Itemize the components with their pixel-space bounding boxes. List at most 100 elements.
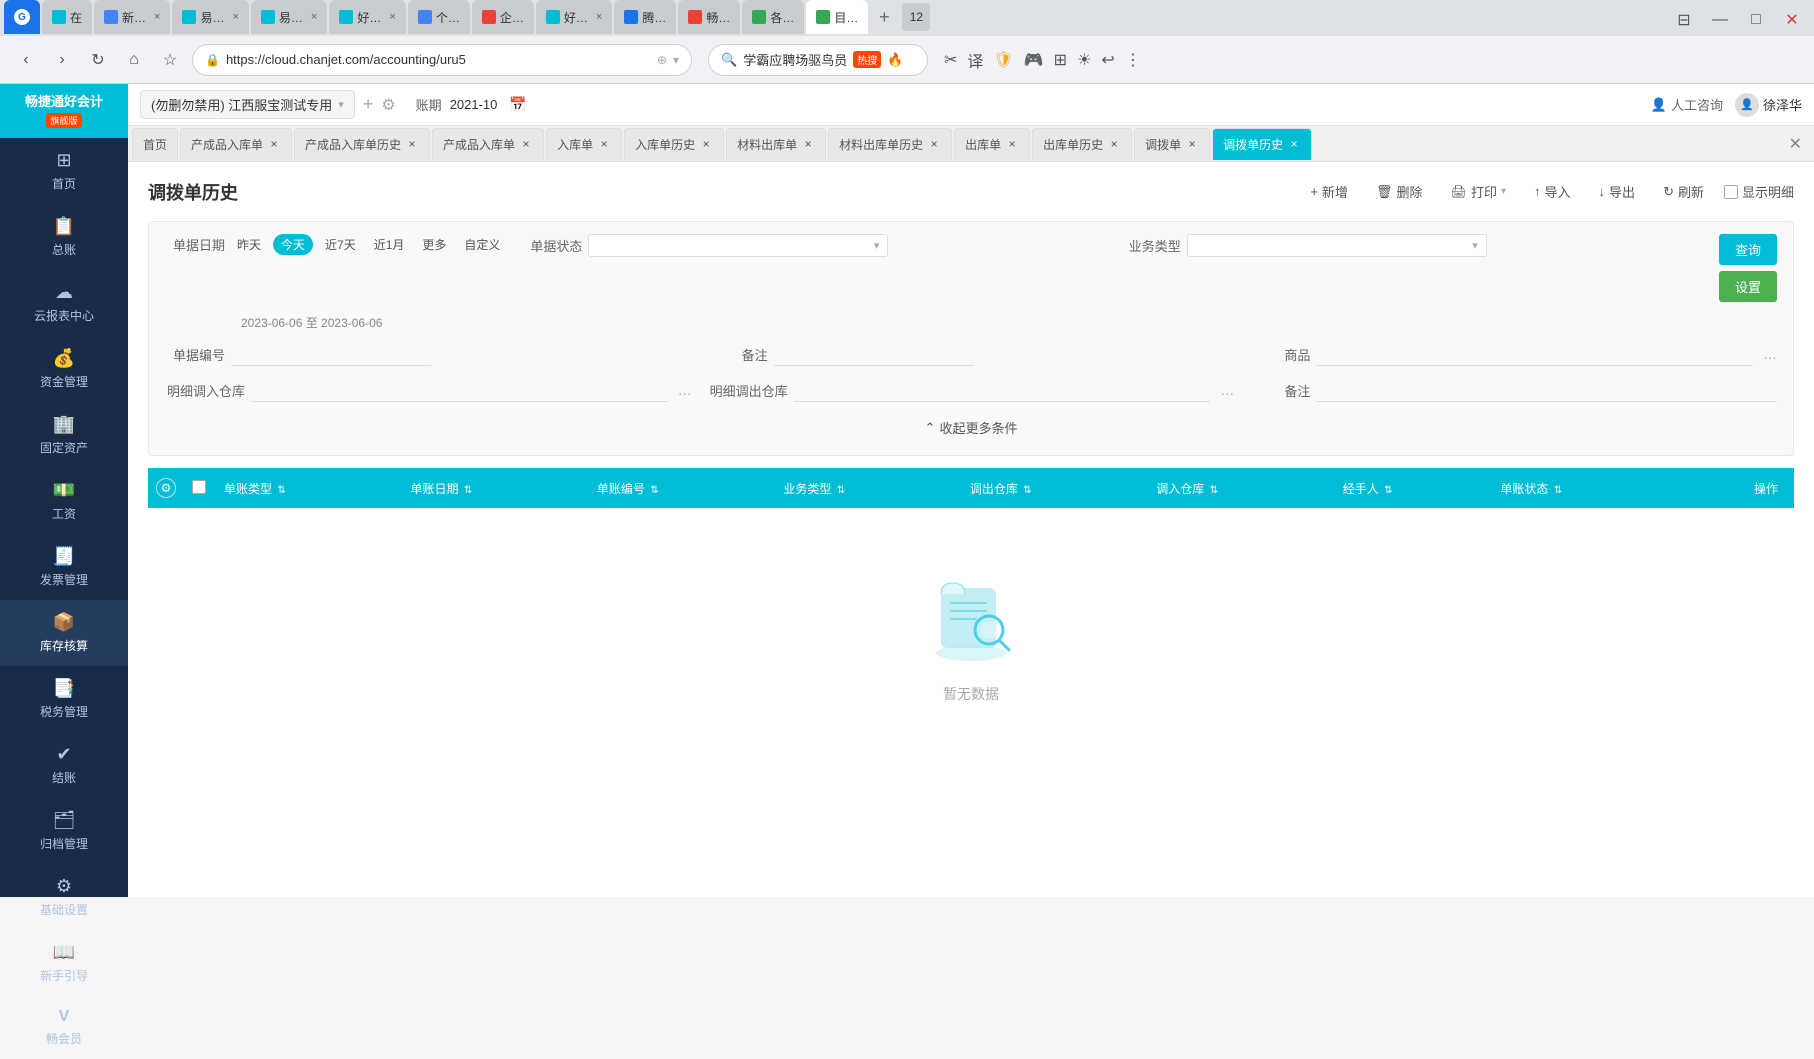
sidebar-item-guide[interactable]: 📖 新手引导 [0,930,128,996]
page-tab-2[interactable]: 产成品入库单 × [180,128,292,160]
th-transfer-in[interactable]: 调入仓库 ⇅ [1148,468,1334,508]
page-tab-11[interactable]: 调拨单 × [1134,128,1210,160]
new-tab-button[interactable]: + [870,3,898,31]
delete-button[interactable]: 🗑 删除 [1368,178,1431,205]
print-button[interactable]: 🖨 打印 ▾ [1442,178,1514,205]
date-btn-7days[interactable]: 近7天 [319,234,362,255]
th-business-type[interactable]: 业务类型 ⇅ [775,468,961,508]
page-tab-6[interactable]: 入库单历史 × [624,128,724,160]
th-checkbox[interactable] [184,468,216,508]
grid-icon[interactable]: ⊞ [1054,50,1067,70]
add-company-button[interactable]: + [363,94,374,115]
tab-minimize-button[interactable]: — [1706,6,1734,34]
th-settings[interactable]: ⚙ [148,468,184,508]
goods-input[interactable] [1316,342,1753,366]
brightness-icon[interactable]: ☀ [1077,50,1091,70]
bill-no-input[interactable] [231,342,431,366]
page-tab-10-close[interactable]: × [1107,137,1121,151]
import-button[interactable]: ↑ 导入 [1526,178,1579,205]
page-tab-4-close[interactable]: × [519,137,533,151]
browser-tab-8[interactable]: 腾… [614,0,676,34]
th-bill-date[interactable]: 单账日期 ⇅ [402,468,588,508]
date-btn-yesterday[interactable]: 昨天 [231,234,267,255]
translate-icon[interactable]: 译 [967,48,983,72]
th-business-type-sort[interactable]: ⇅ [837,485,845,496]
detail-in-more-icon[interactable]: … [678,382,692,398]
th-handler[interactable]: 经手人 ⇅ [1335,468,1493,508]
sidebar-item-payroll[interactable]: 💵 工资 [0,468,128,534]
page-tab-11-close[interactable]: × [1185,137,1199,151]
page-tab-3[interactable]: 产成品入库单历史 × [294,128,430,160]
remark2-input[interactable] [1316,378,1777,402]
scissors-icon[interactable]: ✂ [944,50,957,70]
page-tab-8[interactable]: 材料出库单历史 × [828,128,952,160]
sidebar-item-reports[interactable]: ☁ 云报表中心 [0,270,128,336]
date-btn-1month[interactable]: 近1月 [368,234,411,255]
browser-tab-9[interactable]: 畅… [678,0,740,34]
forward-button[interactable]: › [48,46,76,74]
browser-tab-3[interactable]: 易… × [251,0,327,34]
page-tab-7[interactable]: 材料出库单 × [726,128,826,160]
tab-close-button[interactable]: ✕ [1778,6,1806,34]
print-dropdown-icon[interactable]: ▾ [1501,186,1506,197]
browser-tab-5[interactable]: 个… [408,0,470,34]
page-tab-12-close[interactable]: × [1287,137,1301,151]
th-transfer-out[interactable]: 调出仓库 ⇅ [962,468,1148,508]
address-input[interactable]: 🔒 https://cloud.chanjet.com/accounting/u… [192,44,692,76]
refresh-button[interactable]: ↻ [84,46,112,74]
home-button[interactable]: ⌂ [120,46,148,74]
browser-tab-1[interactable]: 新… × [94,0,170,34]
th-bill-no-sort[interactable]: ⇅ [650,485,658,496]
address-menu-icon[interactable]: ⊕ [657,53,667,67]
collapse-button[interactable]: ⌃ 收起更多条件 [909,412,1034,443]
tab-close-3[interactable]: × [311,11,317,23]
th-bill-type-sort[interactable]: ⇅ [277,485,285,496]
favorite-button[interactable]: ☆ [156,46,184,74]
browser-tab-11[interactable]: 目… [806,0,868,34]
service-button[interactable]: 👤 人工咨询 [1651,95,1723,114]
filter-settings-button[interactable]: 设置 [1719,271,1777,302]
page-tab-12[interactable]: 调拨单历史 × [1212,128,1312,160]
select-all-checkbox[interactable] [192,480,206,494]
shield-icon[interactable]: 🛡 [993,50,1013,70]
sidebar-item-tax[interactable]: 📑 税务管理 [0,666,128,732]
browser-tab-zai[interactable]: 在 [42,0,92,34]
sidebar-item-assets[interactable]: 🏢 固定资产 [0,402,128,468]
detail-out-input[interactable] [794,378,1211,402]
page-tab-10[interactable]: 出库单历史 × [1032,128,1132,160]
th-bill-status-sort[interactable]: ⇅ [1554,485,1562,496]
page-tab-5[interactable]: 入库单 × [546,128,622,160]
th-bill-date-sort[interactable]: ⇅ [464,485,472,496]
search-bar[interactable]: 🔍 学霸应聘场驱鸟员 热搜 🔥 [708,44,928,76]
tab-close-1[interactable]: × [154,11,160,23]
sidebar-item-ledger[interactable]: 📋 总账 [0,204,128,270]
page-tab-9-close[interactable]: × [1005,137,1019,151]
tab-close-7[interactable]: × [596,11,602,23]
date-btn-custom[interactable]: 自定义 [458,234,506,255]
tab-maximize-button[interactable]: □ [1742,6,1770,34]
add-button[interactable]: + 新增 [1302,178,1356,205]
sidebar-item-archives[interactable]: 🗂 归档管理 [0,798,128,864]
th-bill-type[interactable]: 单账类型 ⇅ [216,468,402,508]
tab-customize-button[interactable]: ⊟ [1670,6,1698,34]
page-tab-8-close[interactable]: × [927,137,941,151]
page-tab-3-close[interactable]: × [405,137,419,151]
back-button[interactable]: ‹ [12,46,40,74]
date-btn-today[interactable]: 今天 [273,234,313,255]
browser-tab-2[interactable]: 易… × [172,0,248,34]
status-dropdown[interactable]: ▾ [588,234,888,257]
user-menu[interactable]: 👤 徐泽华 [1735,93,1802,117]
date-btn-more[interactable]: 更多 [416,234,452,255]
sidebar-item-funds[interactable]: 💰 资金管理 [0,336,128,402]
browser-tab-4[interactable]: 好… × [329,0,405,34]
browser-tab-7[interactable]: 好… × [536,0,612,34]
export-button[interactable]: ↓ 导出 [1591,178,1644,205]
goods-more-icon[interactable]: … [1763,346,1777,362]
sidebar-item-closing[interactable]: ✔ 结账 [0,732,128,798]
th-transfer-out-sort[interactable]: ⇅ [1023,485,1031,496]
th-handler-sort[interactable]: ⇅ [1384,485,1392,496]
sidebar-item-member[interactable]: V 畅会员 [0,996,128,1059]
page-tab-6-close[interactable]: × [699,137,713,151]
th-bill-no[interactable]: 单账编号 ⇅ [589,468,775,508]
browser-logo-tab[interactable]: G [4,0,40,34]
